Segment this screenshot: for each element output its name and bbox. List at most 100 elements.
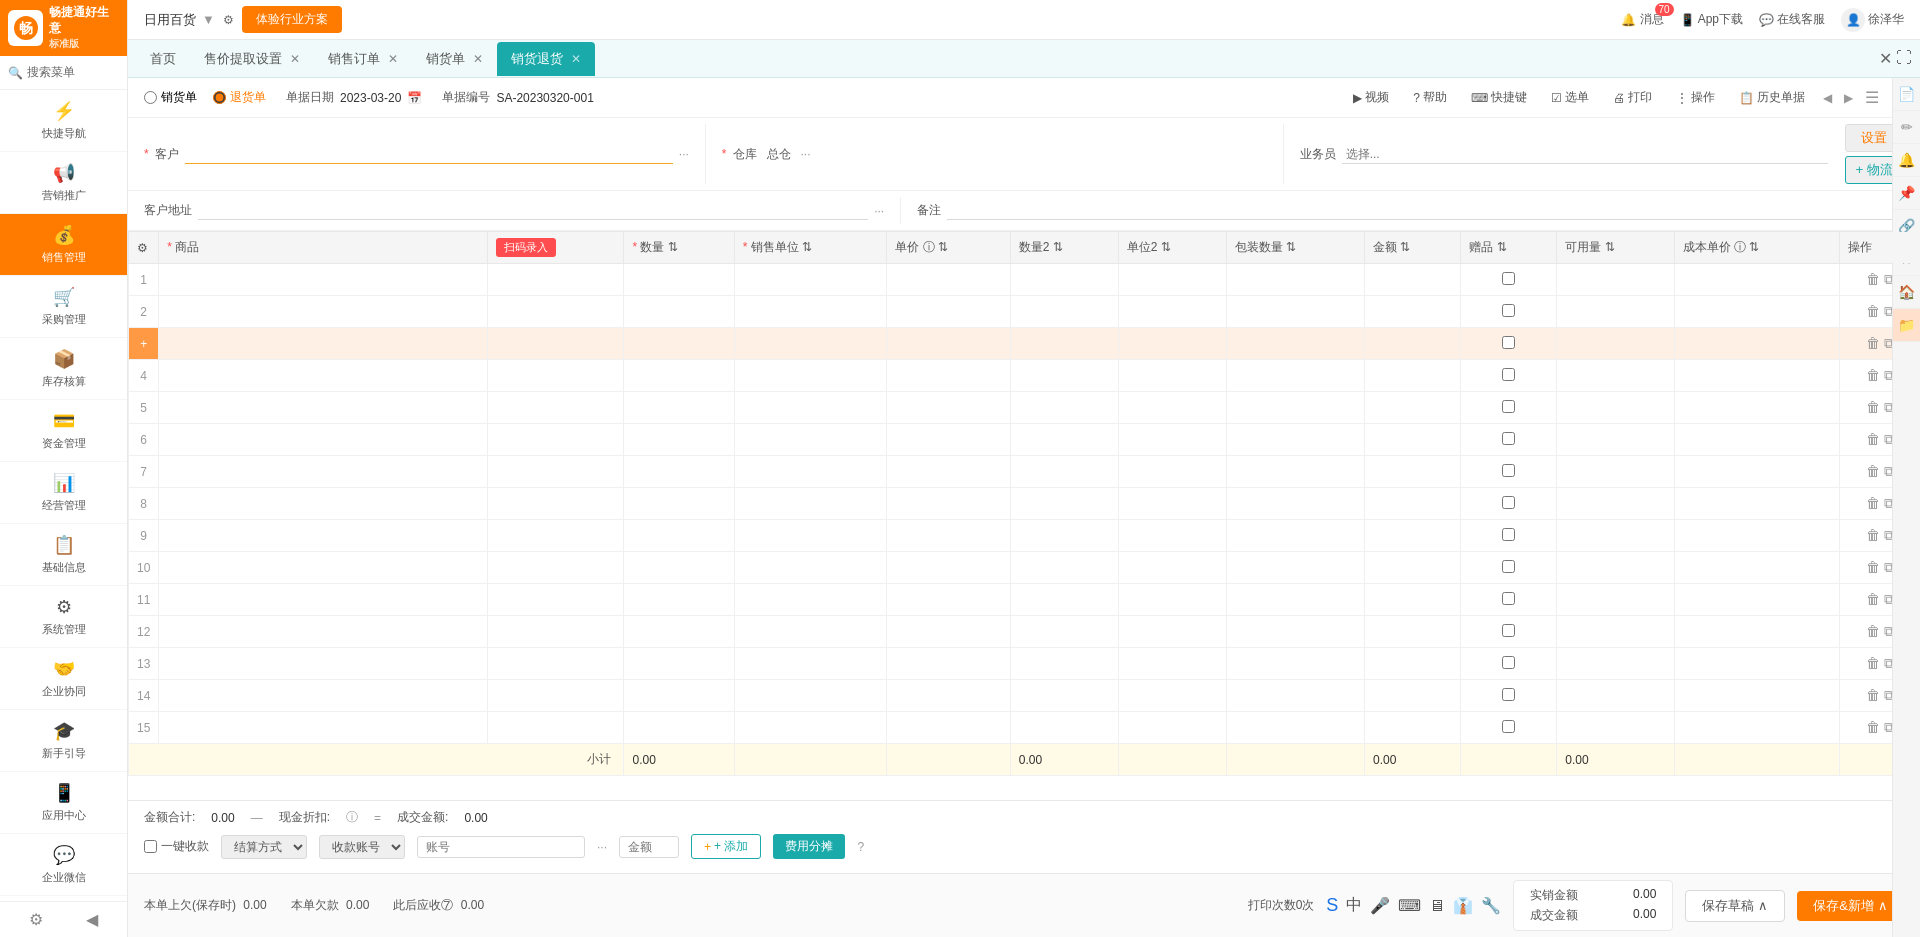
right-panel-home-btn[interactable]: 🏠	[1893, 276, 1920, 309]
row-1-pack-qty[interactable]	[1226, 264, 1365, 296]
add-payment-btn[interactable]: + + 添加	[691, 834, 761, 859]
tab-close-sales-delivery[interactable]: ✕	[473, 52, 483, 66]
shortcut-btn[interactable]: ⌨ 快捷键	[1465, 86, 1533, 109]
app-download-btn[interactable]: 📱 App下载	[1680, 11, 1743, 28]
print-btn[interactable]: 🖨 打印	[1607, 86, 1658, 109]
row-2-qty2[interactable]	[1010, 296, 1118, 328]
row-3-amount[interactable]	[1365, 328, 1461, 360]
list-view-btn[interactable]: ☰	[1865, 88, 1879, 107]
row-1-gift[interactable]	[1461, 264, 1557, 296]
account-number-input[interactable]	[417, 836, 585, 858]
row-2-amount[interactable]	[1365, 296, 1461, 328]
sidebar-item-sales[interactable]: 💰 销售管理	[0, 214, 127, 276]
collapse-sidebar-btn[interactable]: ◀	[86, 910, 98, 929]
row-3-unit[interactable]	[734, 328, 887, 360]
row-2-qty[interactable]	[624, 296, 734, 328]
account-more-btn[interactable]: ···	[597, 840, 607, 854]
fee-split-btn[interactable]: 费用分摊	[773, 834, 845, 859]
calc-method-select[interactable]: 结算方式	[221, 835, 307, 859]
experience-btn[interactable]: 体验行业方案	[242, 6, 342, 33]
select-btn[interactable]: ☑ 选单	[1545, 86, 1595, 109]
delete-row-btn[interactable]: 🗑	[1866, 719, 1880, 736]
row-3-product[interactable]	[159, 328, 488, 360]
sidebar-item-operations[interactable]: 📊 经营管理	[0, 462, 127, 524]
delete-row-btn[interactable]: 🗑	[1866, 559, 1880, 576]
row-2-pack-qty[interactable]	[1226, 296, 1365, 328]
remark-input[interactable]	[947, 201, 1904, 220]
row-3-qty[interactable]	[624, 328, 734, 360]
row-1-price[interactable]	[887, 264, 1010, 296]
sidebar-item-purchase[interactable]: 🛒 采购管理	[0, 276, 127, 338]
right-panel-active-btn[interactable]: 📁	[1893, 309, 1920, 342]
sogou-icon[interactable]: S	[1326, 895, 1338, 916]
history-btn[interactable]: 📋 历史单据	[1733, 86, 1811, 109]
tab-sales-delivery[interactable]: 销货单 ✕	[412, 42, 497, 76]
delete-row-btn[interactable]: 🗑	[1866, 399, 1880, 416]
fee-help-icon[interactable]: ?	[857, 840, 864, 854]
sidebar-item-wechat[interactable]: 💬 企业微信	[0, 834, 127, 896]
sidebar-item-marketing[interactable]: 📢 营销推广	[0, 152, 127, 214]
mic-icon[interactable]: 🎤	[1370, 896, 1390, 915]
close-tab-btn[interactable]: ✕	[1879, 49, 1892, 68]
row-3-gift[interactable]	[1461, 328, 1557, 360]
account-select[interactable]: 收款账号	[319, 835, 405, 859]
calendar-icon[interactable]: 📅	[407, 91, 422, 105]
right-panel-doc-btn[interactable]: 📄	[1893, 78, 1920, 111]
delete-row-btn[interactable]: 🗑	[1866, 623, 1880, 640]
tab-close-sales-order[interactable]: ✕	[388, 52, 398, 66]
delete-row-btn[interactable]: 🗑	[1866, 655, 1880, 672]
keyboard2-icon[interactable]: ⌨	[1398, 896, 1421, 915]
row-3-cost-price[interactable]	[1674, 328, 1840, 360]
one-click-payment-check[interactable]: 一键收款	[144, 838, 209, 855]
row-3-unit2[interactable]	[1118, 328, 1226, 360]
row-2-cost-price[interactable]	[1674, 296, 1840, 328]
row-1-unit2[interactable]	[1118, 264, 1226, 296]
settings-footer-btn[interactable]: ⚙	[29, 910, 43, 929]
warehouse-more-btn[interactable]: ···	[801, 147, 811, 161]
help-btn[interactable]: ? 帮助	[1407, 86, 1453, 109]
search-menu[interactable]: 🔍 搜索菜单	[0, 56, 127, 90]
tab-sales-order[interactable]: 销售订单 ✕	[314, 42, 412, 76]
sale-type-radio[interactable]: 销货单	[144, 89, 197, 106]
delete-row-btn[interactable]: 🗑	[1866, 463, 1880, 480]
sidebar-item-inventory[interactable]: 📦 库存核算	[0, 338, 127, 400]
notification-area[interactable]: 🔔 消息 70	[1621, 11, 1664, 28]
salesperson-input[interactable]	[1342, 145, 1829, 164]
delete-row-btn[interactable]: 🗑	[1866, 527, 1880, 544]
tab-close-sales-return[interactable]: ✕	[571, 52, 581, 66]
sidebar-item-app-center[interactable]: 📱 应用中心	[0, 772, 127, 834]
tab-close-price-settings[interactable]: ✕	[290, 52, 300, 66]
right-panel-bell-btn[interactable]: 🔔	[1893, 144, 1920, 177]
row-2-unit2[interactable]	[1118, 296, 1226, 328]
right-panel-pin-btn[interactable]: 📌	[1893, 177, 1920, 210]
address-more-btn[interactable]: ···	[874, 204, 884, 218]
delete-row-3-btn[interactable]: 🗑	[1866, 335, 1880, 352]
save-draft-btn[interactable]: 保存草稿 ∧	[1685, 890, 1785, 922]
row-1-product[interactable]	[159, 264, 488, 296]
right-panel-edit-btn[interactable]: ✏	[1893, 111, 1920, 144]
row-1-available[interactable]	[1557, 264, 1674, 296]
row-3-pack-qty[interactable]	[1226, 328, 1365, 360]
scan-input-btn[interactable]: 扫码录入	[496, 238, 556, 257]
row-1-amount[interactable]	[1365, 264, 1461, 296]
maximize-btn[interactable]: ⛶	[1896, 49, 1912, 68]
operation-btn[interactable]: ⋮ 操作	[1670, 86, 1721, 109]
sidebar-item-basic[interactable]: 📋 基础信息	[0, 524, 127, 586]
settings-gear-btn[interactable]: ⚙	[223, 13, 234, 27]
next-record-btn[interactable]: ▶	[1844, 91, 1853, 105]
row-3-price[interactable]	[887, 328, 1010, 360]
delete-row-btn[interactable]: 🗑	[1866, 687, 1880, 704]
row-1-unit[interactable]	[734, 264, 887, 296]
delete-row-2-btn[interactable]: 🗑	[1866, 303, 1880, 320]
customer-input[interactable]	[185, 145, 673, 164]
col-settings-icon[interactable]: ⚙	[137, 241, 148, 255]
delete-row-btn[interactable]: 🗑	[1866, 431, 1880, 448]
zhong-icon[interactable]: 中	[1346, 895, 1362, 916]
row-2-product[interactable]	[159, 296, 488, 328]
tools-icon[interactable]: 🔧	[1481, 896, 1501, 915]
online-service-btn[interactable]: 💬 在线客服	[1759, 11, 1825, 28]
row-1-qty[interactable]	[624, 264, 734, 296]
person-icon[interactable]: 👔	[1453, 896, 1473, 915]
row-3-product-input[interactable]	[167, 336, 479, 351]
sidebar-item-guide[interactable]: 🎓 新手引导	[0, 710, 127, 772]
